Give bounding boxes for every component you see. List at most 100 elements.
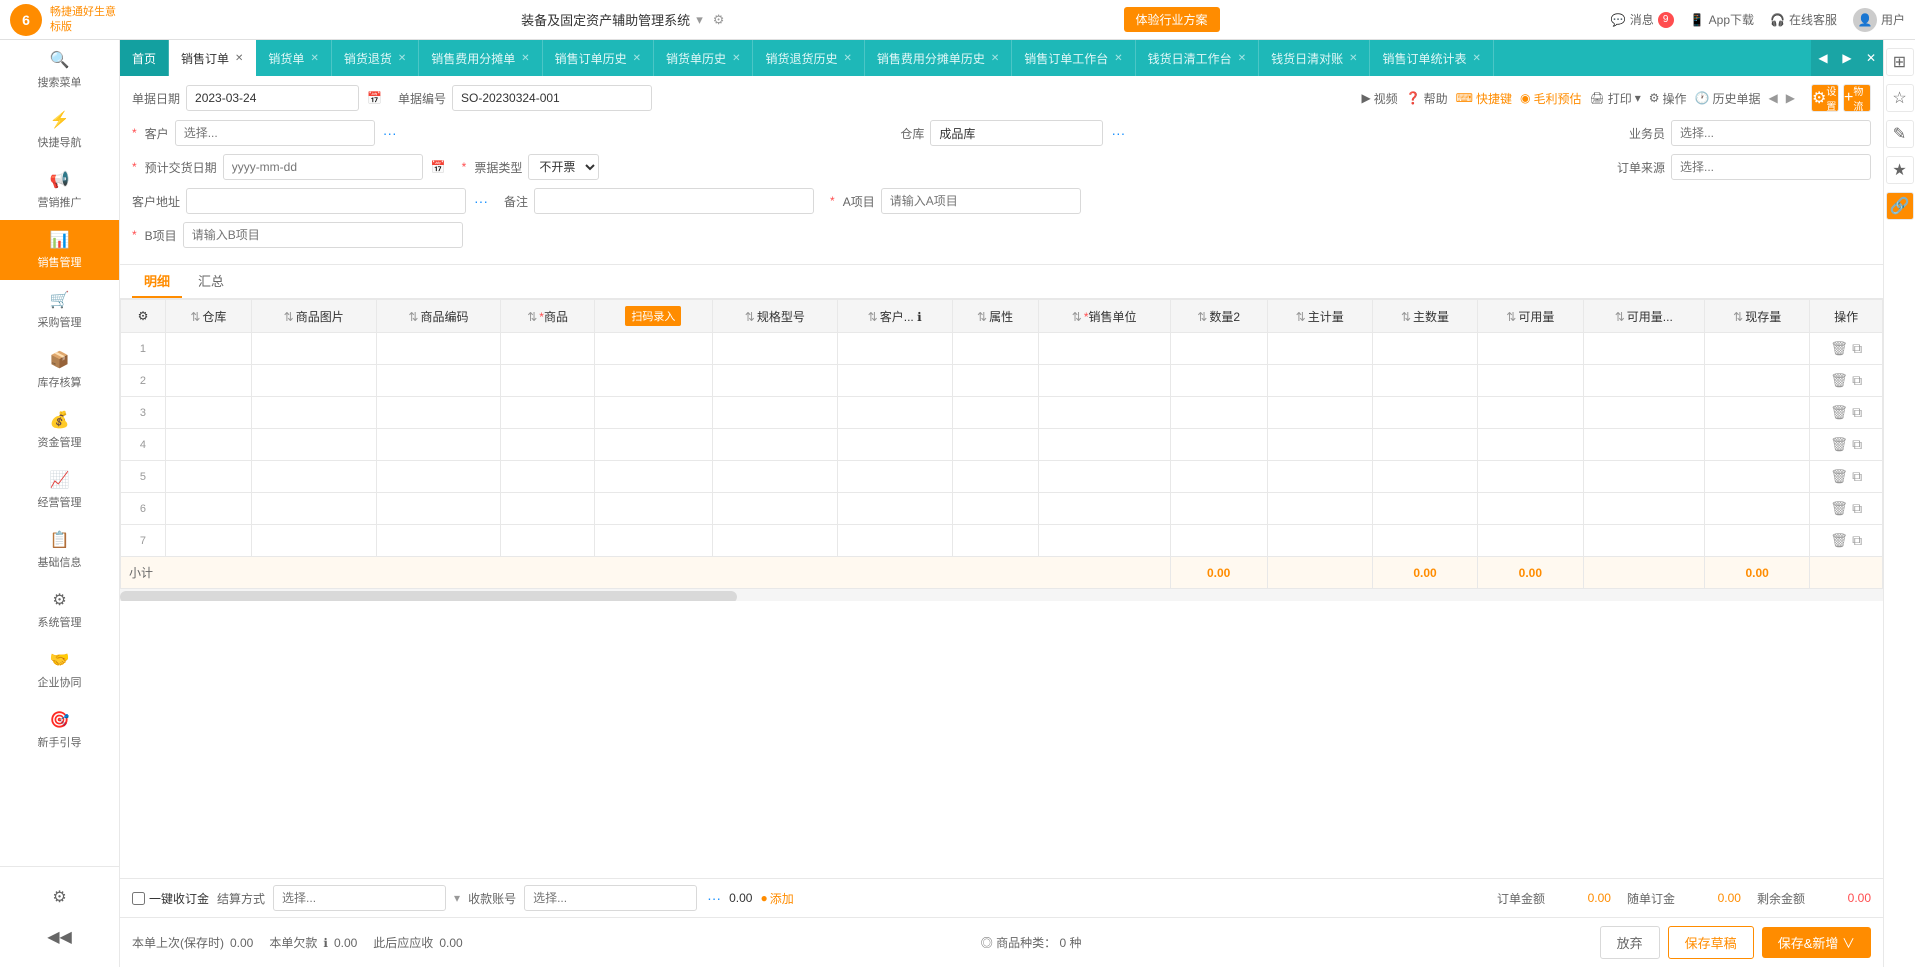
nav-prev-button[interactable]: ◀ [1811,40,1835,76]
tab-close-icon[interactable]: ✕ [1238,53,1246,64]
customer-input[interactable] [175,120,375,146]
right-icon-bookmark[interactable]: ★ [1886,156,1914,184]
settlement-input[interactable] [273,885,446,911]
date-input[interactable] [186,85,359,111]
user-button[interactable]: 👤 用户 [1853,8,1905,32]
address-more-button[interactable]: ··· [474,193,488,209]
tab-sales-return[interactable]: 销货退货 ✕ [332,40,419,76]
row-warehouse[interactable] [165,333,251,365]
dropdown-arrow-icon[interactable]: ▾ [696,12,703,28]
nav-next-form-button[interactable]: ▶ [1786,91,1795,105]
right-icon-grid[interactable]: ⊞ [1886,48,1914,76]
row-product[interactable] [501,333,594,365]
delete-row-button[interactable]: 🗑 [1830,468,1848,485]
doc-no-input[interactable] [452,85,652,111]
app-download-button[interactable]: 📱 App下载 [1690,11,1754,28]
order-source-input[interactable] [1671,154,1871,180]
tab-detail[interactable]: 明细 [132,265,182,298]
customer-more-button[interactable]: ··· [383,125,397,141]
save-draft-button[interactable]: 保存草稿 [1668,926,1754,959]
remarks-input[interactable] [534,188,814,214]
row-main-qty[interactable] [1372,333,1477,365]
copy-row-button[interactable]: ⧉ [1852,436,1862,453]
history-button[interactable]: 🕐 历史单据 [1695,90,1761,107]
tab-sales-order[interactable]: 销售订单 ✕ [169,40,256,76]
warehouse-input[interactable] [930,120,1103,146]
tab-daily-reconcile[interactable]: 钱货日清对账 ✕ [1259,40,1370,76]
sidebar-item-quicknav[interactable]: ⚡ 快捷导航 [0,100,119,160]
print-button[interactable]: 🖨 打印 ▾ [1590,90,1641,107]
tab-close-icon[interactable]: ✕ [1473,53,1481,64]
row-spec[interactable] [712,333,837,365]
account-input[interactable] [524,885,697,911]
one-click-field[interactable]: 一键收订金 [132,890,209,907]
delete-row-button[interactable]: 🗑 [1830,436,1848,453]
sidebar-item-basic-info[interactable]: 📋 基础信息 [0,520,119,580]
customer-address-input[interactable] [186,188,466,214]
delete-row-button[interactable]: 🗑 [1830,532,1848,549]
add-payment-button[interactable]: ● 添加 [760,890,793,907]
row-attr[interactable] [952,333,1038,365]
row-product-image[interactable] [251,333,376,365]
right-icon-edit[interactable]: ✎ [1886,120,1914,148]
abandon-button[interactable]: 放弃 [1600,926,1660,959]
sidebar-item-operations[interactable]: 📈 经营管理 [0,460,119,520]
salesperson-input[interactable] [1671,120,1871,146]
b-project-input[interactable] [183,222,463,248]
tab-close-icon[interactable]: ✕ [521,53,529,64]
delete-row-button[interactable]: 🗑 [1830,404,1848,421]
tab-close-icon[interactable]: ✕ [991,53,999,64]
sidebar-item-purchase[interactable]: 🛒 采购管理 [0,280,119,340]
copy-row-button[interactable]: ⧉ [1852,500,1862,517]
sidebar-item-inventory[interactable]: 📦 库存核算 [0,340,119,400]
account-more-button[interactable]: ··· [707,890,721,906]
scroll-thumb[interactable] [120,591,737,601]
col-settings[interactable]: ⚙ [121,300,166,333]
tab-summary[interactable]: 汇总 [186,265,236,298]
row-main-unit[interactable] [1267,333,1372,365]
help-button[interactable]: ❓ 帮助 [1406,90,1448,107]
row-sales-unit[interactable] [1038,333,1170,365]
tab-close-icon[interactable]: ✕ [633,53,641,64]
tab-sales-expense[interactable]: 销售费用分摊单 ✕ [419,40,542,76]
right-icon-star[interactable]: ☆ [1886,84,1914,112]
tab-sales-order-history[interactable]: 销售订单历史 ✕ [543,40,654,76]
copy-row-button[interactable]: ⧉ [1852,532,1862,549]
tab-close-icon[interactable]: ✕ [235,53,243,64]
horizontal-scrollbar[interactable] [120,589,1883,601]
info-circle-icon[interactable]: ℹ [323,936,328,950]
nav-next-button[interactable]: ▶ [1835,40,1859,76]
info-icon[interactable]: ℹ [917,310,922,324]
copy-row-button[interactable]: ⧉ [1852,340,1862,357]
scan-input-button[interactable]: 扫码录入 [625,306,681,326]
message-button[interactable]: 💬 消息 9 [1611,11,1674,28]
tab-close-icon[interactable]: ✕ [1114,53,1122,64]
tab-order-stats[interactable]: 销售订单统计表 ✕ [1370,40,1493,76]
online-service-button[interactable]: 🎧 在线客服 [1770,11,1837,28]
sidebar-item-sales[interactable]: 📊 销售管理 [0,220,119,280]
one-click-checkbox[interactable] [132,892,145,905]
nav-prev-form-button[interactable]: ◀ [1769,91,1778,105]
delivery-date-input[interactable] [223,154,423,180]
row-available[interactable] [1478,333,1583,365]
tab-close-icon[interactable]: ✕ [1349,53,1357,64]
row-current-stock[interactable] [1705,333,1810,365]
shortcut-button[interactable]: ⌨ 快捷键 [1456,90,1512,107]
tab-expense-history[interactable]: 销售费用分摊单历史 ✕ [865,40,1012,76]
sidebar-collapse-button[interactable]: ◀◀ [0,917,119,957]
settings-icon[interactable]: ⚙ [713,12,725,28]
sidebar-item-marketing[interactable]: 📢 营销推广 [0,160,119,220]
delete-row-button[interactable]: 🗑 [1830,340,1848,357]
solution-button[interactable]: 体验行业方案 [1124,7,1220,32]
settlement-dropdown-icon[interactable]: ▾ [454,891,460,905]
sidebar-item-system[interactable]: ⚙ 系统管理 [0,580,119,640]
tab-home[interactable]: 首页 [120,40,169,76]
sidebar-settings-button[interactable]: ⚙ [0,877,119,917]
row-customer-code[interactable] [837,333,952,365]
sidebar-item-finance[interactable]: 💰 资金管理 [0,400,119,460]
copy-row-button[interactable]: ⧉ [1852,468,1862,485]
sidebar-item-newbie[interactable]: 🎯 新手引导 [0,700,119,760]
tab-close-icon[interactable]: ✕ [843,53,851,64]
tab-close-icon[interactable]: ✕ [398,53,406,64]
tab-sales-invoice[interactable]: 销货单 ✕ [256,40,331,76]
